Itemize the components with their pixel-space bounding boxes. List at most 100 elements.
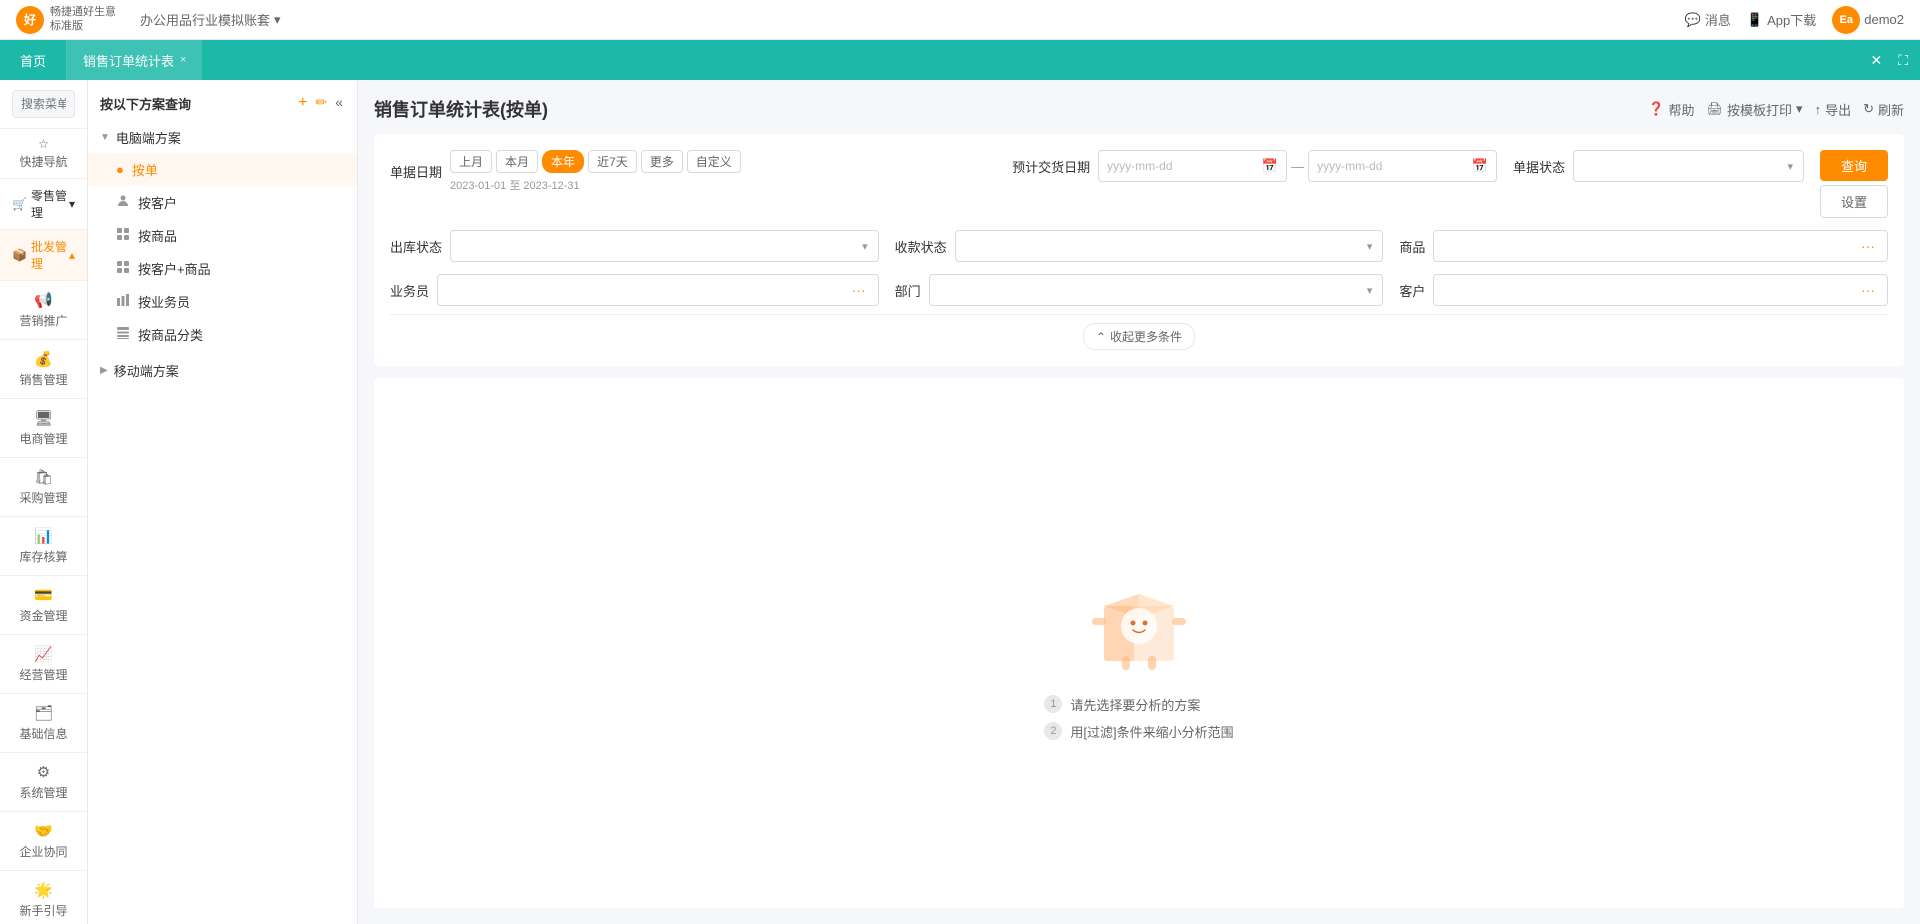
sidebar-item-inventory[interactable]: 📊 库存核算 [0,517,87,576]
print-chevron-icon: ▾ [1796,101,1803,117]
sidebar-item-purchase[interactable]: 🛍 采购管理 [0,458,87,517]
add-scheme-button[interactable]: + [296,92,309,114]
scheme-section-mobile: ▶ 移动端方案 [88,355,357,386]
goods-label: 商品 [1399,237,1425,256]
expected-end-input[interactable]: yyyy-mm-dd [1317,159,1468,173]
sidebar-item-shortcut[interactable]: ☆ 快捷导航 [0,129,87,179]
help-button[interactable]: ❓ 帮助 [1648,100,1694,119]
bill-status-label: 单据状态 [1513,157,1565,176]
basics-icon: 🗂 [34,704,53,722]
hint-text-2: 用[过滤]条件来缩小分析范围 [1070,722,1233,741]
calendar-start-icon[interactable]: 📅 [1262,158,1278,174]
tab-controls: ✕ ⛶ [1866,48,1920,73]
scheme-item-by-category[interactable]: 按商品分类 [88,318,357,351]
sidebar-item-sales[interactable]: 💰 销售管理 [0,340,87,399]
sidebar-item-newbie[interactable]: 🌟 新手引导 [0,871,87,924]
hint-num-1: 1 [1044,695,1062,713]
finance-icon: 💳 [34,586,53,604]
sidebar-item-basics[interactable]: 🗂 基础信息 [0,694,87,753]
top-bar-left: 好 畅捷通好生意 标准版 办公用品行业模拟账套 ▾ [16,6,281,34]
sidebar-item-retail[interactable]: 🛒 零售管理 ▾ [0,179,87,230]
scheme-item-by-goods[interactable]: 按商品 [88,219,357,252]
scheme-section-pc: ▼ 电脑端方案 ● 按单 按客户 [88,122,357,351]
sidebar-search-area [0,80,87,129]
tab-expand-icon[interactable]: ⛶ [1894,48,1912,73]
receipt-status-select[interactable]: ▾ [955,230,1384,262]
salesman-label: 业务员 [390,281,429,300]
out-status-arrow: ▾ [862,240,868,253]
grid2-icon [116,260,130,277]
print-button[interactable]: 🖨 按模板打印 ▾ [1707,100,1803,119]
expected-start-input[interactable]: yyyy-mm-dd [1107,159,1258,173]
purchase-icon: 🛍 [34,468,53,486]
circle-icon: ● [116,162,124,177]
goods-more-button[interactable]: ··· [1857,238,1879,254]
right-content: 销售订单统计表(按单) ❓ 帮助 🖨 按模板打印 ▾ ↑ 导出 [358,80,1920,924]
customer-more-button[interactable]: ··· [1857,282,1879,298]
date-btn-this-year[interactable]: 本年 [542,150,584,173]
tab-home[interactable]: 首页 [0,40,67,80]
top-bar: 好 畅捷通好生意 标准版 办公用品行业模拟账套 ▾ 💬 消息 📱 App下载 E… [0,0,1920,40]
mobile-section-title[interactable]: ▶ 移动端方案 [88,355,357,386]
pc-section-title[interactable]: ▼ 电脑端方案 [88,122,357,153]
action-buttons: 查询 设置 [1820,150,1888,218]
scheme-item-by-customer-goods[interactable]: 按客户+商品 [88,252,357,285]
empty-illustration [1074,546,1204,679]
empty-state: 1 请先选择要分析的方案 2 用[过滤]条件来缩小分析范围 [374,546,1904,741]
inventory-icon: 📊 [34,527,53,545]
scheme-item-by-order[interactable]: ● 按单 [88,153,357,186]
sidebar-item-finance[interactable]: 💳 资金管理 [0,576,87,635]
date-btn-custom[interactable]: 自定义 [687,150,741,173]
collapse-panel-button[interactable]: « [333,92,345,114]
date-btn-last-month[interactable]: 上月 [450,150,492,173]
panel-header: 按以下方案查询 + ✏ « [88,92,357,122]
date-btn-7days[interactable]: 近7天 [588,150,637,173]
sidebar: ☆ 快捷导航 🛒 零售管理 ▾ 📦 批发管理 ▴ 📢 营销 [0,80,88,924]
settings-button[interactable]: 设置 [1820,185,1888,218]
sidebar-item-ecommerce[interactable]: 🖥 电商管理 [0,399,87,458]
message-button[interactable]: 💬 消息 [1685,10,1731,29]
receipt-status-arrow: ▾ [1367,240,1373,253]
sidebar-item-management[interactable]: 📈 经营管理 [0,635,87,694]
tab-close-button[interactable]: × [180,54,186,66]
user-menu[interactable]: Ea demo2 [1832,6,1904,34]
date-btn-more[interactable]: 更多 [641,150,683,173]
app-selector[interactable]: 办公用品行业模拟账套 ▾ [140,10,281,29]
person-icon [116,194,130,211]
date-range-separator: — [1291,159,1304,174]
download-icon: 📱 [1747,12,1763,28]
tab-bar: 首页 销售订单统计表 × ✕ ⛶ [0,40,1920,80]
bill-status-select[interactable]: ▾ [1573,150,1804,182]
newbie-icon: 🌟 [34,881,53,899]
tab-current[interactable]: 销售订单统计表 × [67,40,202,80]
scheme-item-by-customer[interactable]: 按客户 [88,186,357,219]
out-status-select[interactable]: ▾ [450,230,879,262]
caret-right-icon: ▶ [100,365,108,376]
edit-scheme-button[interactable]: ✏ [313,92,329,114]
export-button[interactable]: ↑ 导出 [1815,100,1852,119]
date-btn-this-month[interactable]: 本月 [496,150,538,173]
empty-hints: 1 请先选择要分析的方案 2 用[过滤]条件来缩小分析范围 [1044,695,1233,741]
query-button[interactable]: 查询 [1820,150,1888,181]
sidebar-item-marketing[interactable]: 📢 营销推广 [0,281,87,340]
salesman-more-button[interactable]: ··· [848,282,870,298]
tab-close-all-icon[interactable]: ✕ [1866,48,1886,73]
panel-header-actions: + ✏ « [296,92,345,114]
app-download-button[interactable]: 📱 App下载 [1747,10,1816,29]
collapse-button[interactable]: ⌃ 收起更多条件 [1083,323,1195,350]
filter-panel: 单据日期 上月 本月 本年 近7天 更多 自定义 2023-01-01 至 20… [374,134,1904,366]
search-input[interactable] [12,90,75,118]
department-select[interactable]: ▾ [929,274,1384,306]
refresh-button[interactable]: ↻ 刷新 [1863,100,1904,119]
customer-label: 客户 [1399,281,1425,300]
chart-bar-icon [116,293,130,310]
avatar: Ea [1832,6,1860,34]
date-range-display: 2023-01-01 至 2023-12-31 [450,177,741,193]
page-header: 销售订单统计表(按单) ❓ 帮助 🖨 按模板打印 ▾ ↑ 导出 [374,96,1904,122]
sidebar-item-system[interactable]: ⚙ 系统管理 [0,753,87,812]
scheme-item-by-salesman[interactable]: 按业务员 [88,285,357,318]
sidebar-item-wholesale[interactable]: 📦 批发管理 ▴ [0,230,87,281]
bill-date-label: 单据日期 [390,162,442,181]
calendar-end-icon[interactable]: 📅 [1472,158,1488,174]
sidebar-item-enterprise[interactable]: 🤝 企业协同 [0,812,87,871]
